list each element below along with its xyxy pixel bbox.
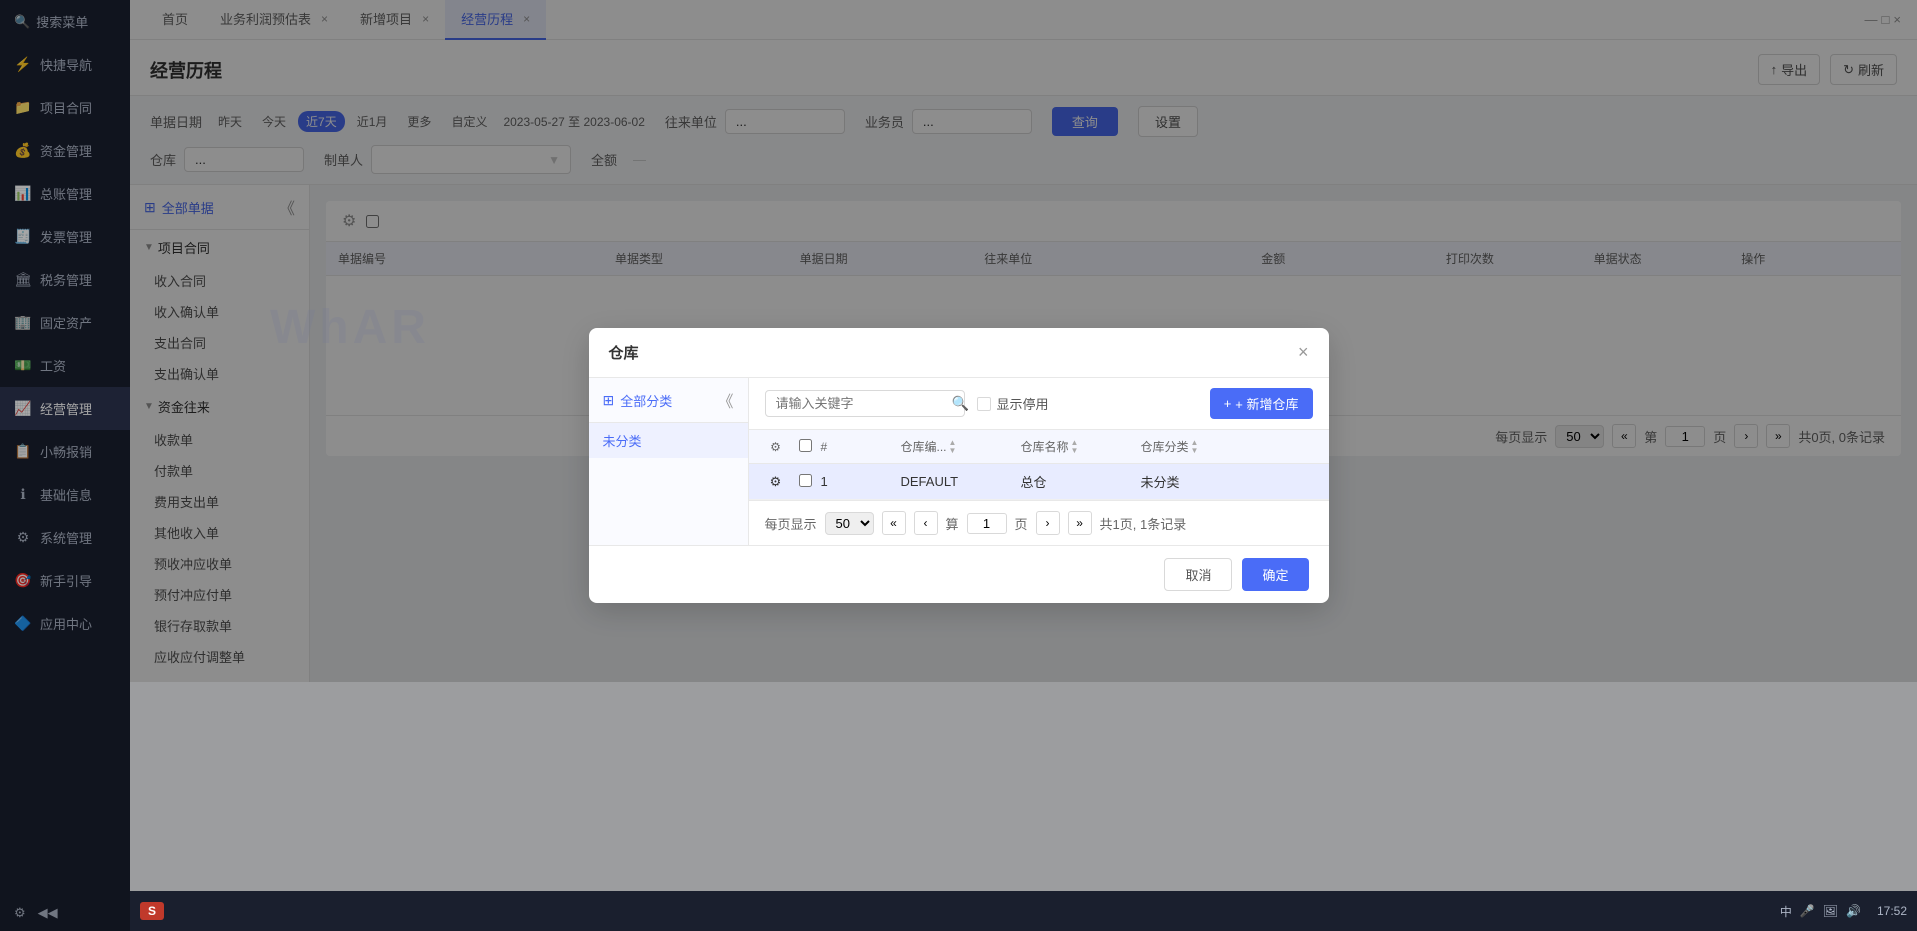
taskbar-s-icon: S (140, 902, 164, 920)
modal-left-panel: ⊞ 全部分类 《 未分类 (589, 378, 749, 545)
show-disabled-label: 显示停用 (997, 394, 1049, 413)
settings-col-icon: ⚙ (770, 440, 781, 454)
modal-first-page-button[interactable]: « (882, 511, 906, 535)
modal-right-panel: 🔍 显示停用 + + 新增仓库 (749, 378, 1329, 545)
col-name-header: 仓库名称 ▲▼ (1021, 438, 1141, 455)
modal-table: ⚙ # 仓库编... ▲▼ (749, 430, 1329, 500)
cancel-button[interactable]: 取消 (1164, 558, 1232, 591)
modal-category-unclassified[interactable]: 未分类 (589, 423, 748, 458)
modal-table-header: ⚙ # 仓库编... ▲▼ (749, 430, 1329, 464)
modal-page-size-select[interactable]: 50 (825, 512, 874, 535)
warehouse-modal: 仓库 × ⊞ 全部分类 《 未分类 (589, 328, 1329, 603)
row-settings[interactable]: ⚙ (761, 474, 791, 490)
modal-header: 仓库 × (589, 328, 1329, 378)
grid-icon: ⊞ (603, 392, 615, 409)
main-wrapper: 首页 业务利润预估表 × 新增项目 × 经营历程 × — □ × (130, 0, 1917, 931)
taskbar-volume-icon: 🔊 (1846, 904, 1861, 918)
modal-prev-page-button[interactable]: ‹ (914, 511, 938, 535)
taskbar-time: 17:52 (1877, 904, 1907, 918)
modal-toolbar: 🔍 显示停用 + + 新增仓库 (749, 378, 1329, 430)
modal-page-input[interactable] (967, 513, 1007, 534)
col-check-header[interactable] (791, 439, 821, 455)
pagination-info: 每页显示 50 « ‹ 算 页 › » (765, 511, 1187, 535)
row-name: 总仓 (1021, 472, 1141, 491)
modal-search-icon: 🔍 (952, 395, 969, 412)
taskbar-lang-icon: 中 (1780, 903, 1792, 920)
taskbar-right: 中 🎤 🖼 🔊 17:52 (1780, 903, 1907, 920)
modal-next-page-button[interactable]: › (1036, 511, 1060, 535)
col-code-header: 仓库编... ▲▼ (901, 438, 1021, 455)
page-label: 算 (946, 514, 959, 533)
taskbar: S 中 🎤 🖼 🔊 17:52 (130, 891, 1917, 931)
col-settings-header[interactable]: ⚙ (761, 440, 791, 454)
row-code: DEFAULT (901, 474, 1021, 489)
modal-left-toggle-button[interactable]: 《 (717, 388, 733, 412)
taskbar-display-icon: 🖼 (1823, 904, 1838, 918)
all-category-label[interactable]: 全部分类 (620, 391, 672, 410)
row-number: 1 (821, 474, 901, 489)
confirm-button[interactable]: 确定 (1242, 558, 1308, 591)
code-sort-icon[interactable]: ▲▼ (949, 439, 957, 455)
modal-pagination: 每页显示 50 « ‹ 算 页 › » (749, 500, 1329, 545)
taskbar-mic-icon: 🎤 (1800, 904, 1815, 918)
modal-last-page-button[interactable]: » (1068, 511, 1092, 535)
plus-icon: + (1224, 396, 1232, 411)
col-category-header: 仓库分类 ▲▼ (1141, 438, 1317, 455)
show-disabled-checkbox[interactable] (977, 397, 991, 411)
modal-body: ⊞ 全部分类 《 未分类 (589, 378, 1329, 545)
modal-search-box: 🔍 (765, 390, 965, 417)
show-disabled-group[interactable]: 显示停用 (977, 394, 1049, 413)
col-number-header: # (821, 440, 901, 454)
row-settings-icon: ⚙ (770, 474, 782, 489)
page-size-label: 每页显示 (765, 514, 817, 533)
category-sort-icon[interactable]: ▲▼ (1191, 439, 1199, 455)
select-all-modal-checkbox[interactable] (799, 439, 812, 452)
taskbar-apps: S (140, 902, 164, 920)
name-sort-icon[interactable]: ▲▼ (1071, 439, 1079, 455)
add-warehouse-button[interactable]: + + 新增仓库 (1210, 388, 1313, 419)
modal-left-header: ⊞ 全部分类 《 (589, 378, 748, 423)
modal-total-records: 共1页, 1条记录 (1100, 514, 1187, 533)
modal-title: 仓库 (609, 342, 639, 363)
modal-table-row[interactable]: ⚙ 1 DEFAULT 总仓 未分类 (749, 464, 1329, 500)
modal-overlay: 仓库 × ⊞ 全部分类 《 未分类 (130, 0, 1917, 931)
row-check[interactable] (791, 474, 821, 490)
row-checkbox[interactable] (799, 474, 812, 487)
modal-search-input[interactable] (776, 396, 952, 411)
row-category: 未分类 (1141, 472, 1317, 491)
page-suffix: 页 (1015, 514, 1028, 533)
modal-action-buttons: 取消 确定 (589, 545, 1329, 603)
modal-close-button[interactable]: × (1298, 342, 1309, 363)
